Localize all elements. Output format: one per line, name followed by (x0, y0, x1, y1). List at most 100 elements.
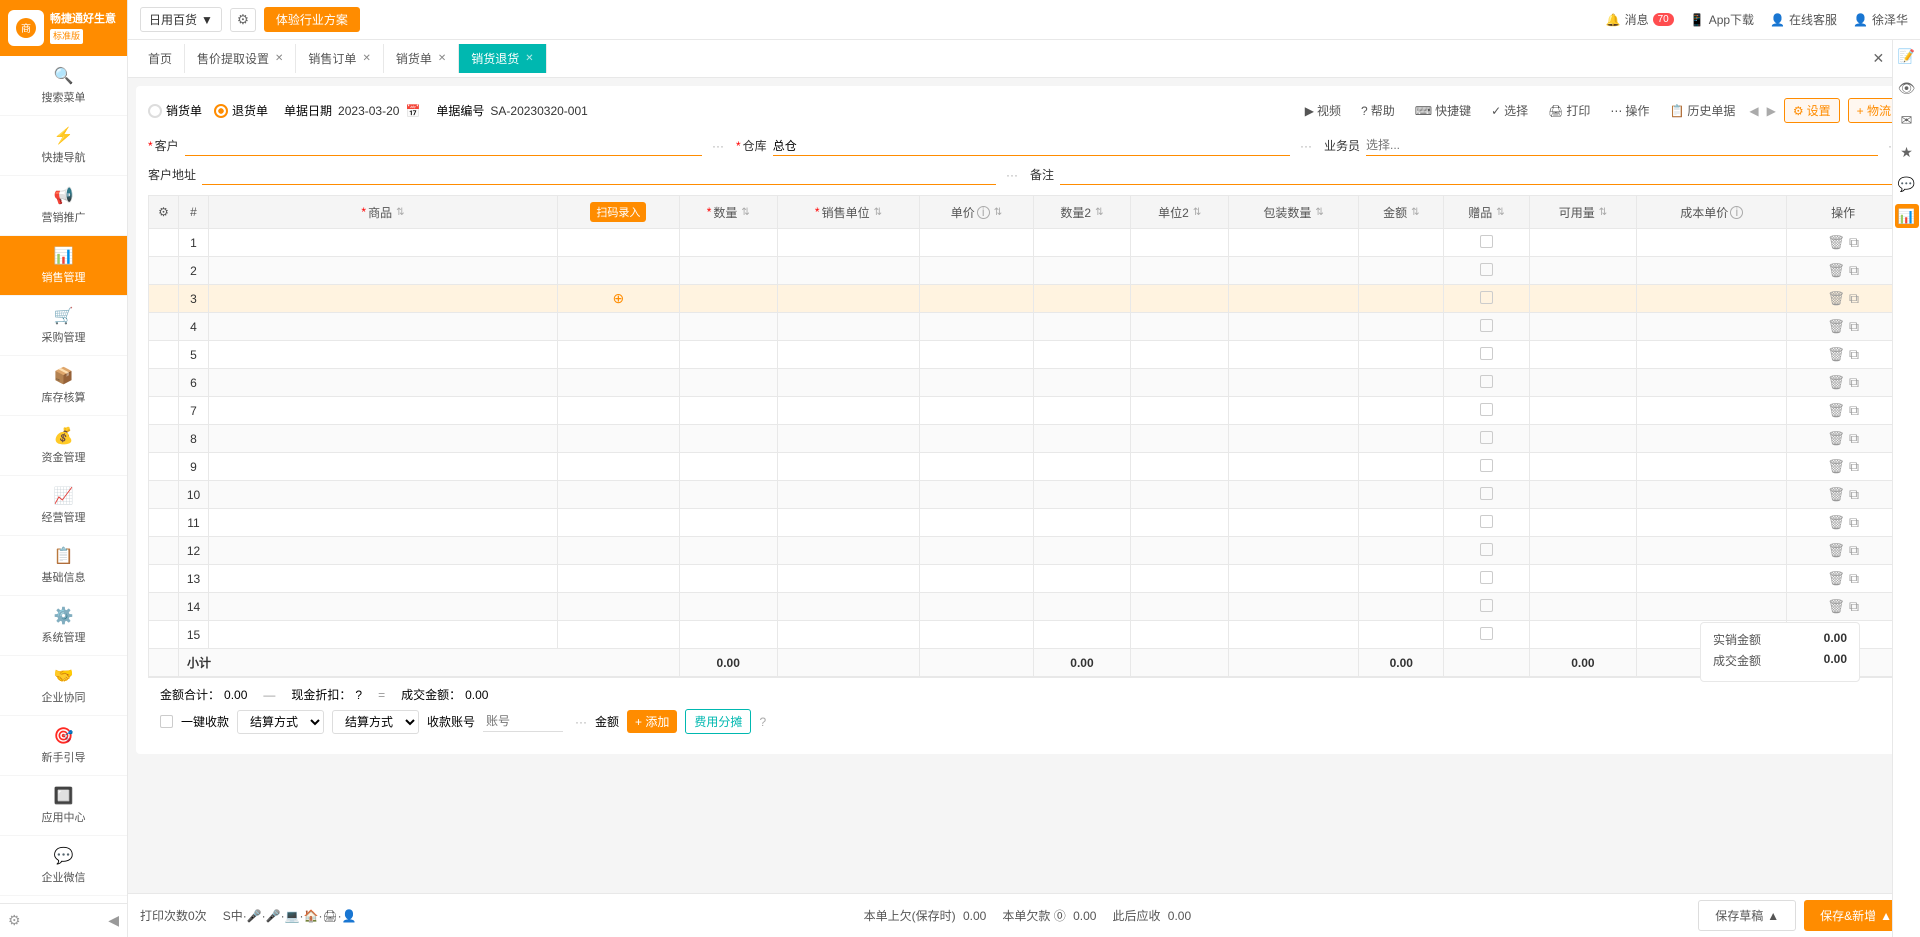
row-product-9[interactable] (209, 453, 558, 481)
delete-btn-8[interactable]: 🗑 (1827, 430, 1845, 447)
gift-checkbox-15[interactable] (1480, 627, 1493, 640)
copy-btn-13[interactable]: ⧉ (1849, 570, 1859, 587)
row-gift-4[interactable] (1444, 313, 1529, 341)
delete-btn-14[interactable]: 🗑 (1827, 598, 1845, 615)
sidebar-item-4[interactable]: 🛒采购管理 (0, 296, 127, 356)
row-sales-unit-14[interactable] (777, 593, 920, 621)
delete-btn-3[interactable]: 🗑 (1827, 290, 1845, 307)
gift-checkbox-14[interactable] (1480, 599, 1493, 612)
eye-panel-btn[interactable]: 👁 (1895, 76, 1919, 100)
row-available-14[interactable] (1529, 593, 1637, 621)
row-pack-2[interactable] (1229, 257, 1359, 285)
row-amount-10[interactable] (1359, 481, 1444, 509)
row-amount-3[interactable] (1359, 285, 1444, 313)
settings-form-button[interactable]: ⚙ 设置 (1784, 98, 1840, 123)
row-qty2-10[interactable] (1033, 481, 1131, 509)
copy-btn-7[interactable]: ⧉ (1849, 402, 1859, 419)
row-cost-2[interactable] (1637, 257, 1787, 285)
user-item[interactable]: 👤 徐泽华 (1853, 11, 1908, 28)
row-qty-13[interactable] (679, 565, 777, 593)
row-available-8[interactable] (1529, 425, 1637, 453)
row-sales-unit-8[interactable] (777, 425, 920, 453)
row-available-5[interactable] (1529, 341, 1637, 369)
row-cost-10[interactable] (1637, 481, 1787, 509)
row-amount-9[interactable] (1359, 453, 1444, 481)
th-unit-sort[interactable]: ⇅ (874, 207, 882, 218)
row-product-15[interactable] (209, 621, 558, 649)
row-sales-unit-15[interactable] (777, 621, 920, 649)
warehouse-dots[interactable]: ··· (1300, 139, 1312, 153)
row-amount-7[interactable] (1359, 397, 1444, 425)
experience-button[interactable]: 体验行业方案 (264, 7, 360, 32)
th-product[interactable]: * 商品 ⇅ (209, 196, 558, 229)
row-qty2-13[interactable] (1033, 565, 1131, 593)
th-unit2-sort[interactable]: ⇅ (1193, 207, 1201, 218)
scan-button[interactable]: 扫码录入 (590, 202, 646, 222)
notes-panel-btn[interactable]: 📝 (1895, 44, 1919, 68)
copy-btn-11[interactable]: ⧉ (1849, 514, 1859, 531)
row-qty2-9[interactable] (1033, 453, 1131, 481)
delete-btn-2[interactable]: 🗑 (1827, 262, 1845, 279)
row-qty2-7[interactable] (1033, 397, 1131, 425)
row-sales-unit-6[interactable] (777, 369, 920, 397)
row-qty2-12[interactable] (1033, 537, 1131, 565)
row-available-7[interactable] (1529, 397, 1637, 425)
row-available-12[interactable] (1529, 537, 1637, 565)
row-qty-6[interactable] (679, 369, 777, 397)
history-button[interactable]: 📋 历史单据 (1663, 99, 1741, 122)
row-unit2-3[interactable] (1131, 285, 1229, 313)
row-gift-9[interactable] (1444, 453, 1529, 481)
th-amount[interactable]: 金额 ⇅ (1359, 196, 1444, 229)
shortcut-button[interactable]: ⌨ 快捷键 (1409, 99, 1477, 122)
row-pack-13[interactable] (1229, 565, 1359, 593)
row-cost-6[interactable] (1637, 369, 1787, 397)
row-unit2-14[interactable] (1131, 593, 1229, 621)
print-button[interactable]: 🖨 打印 (1542, 99, 1596, 122)
row-qty2-14[interactable] (1033, 593, 1131, 621)
row-qty2-6[interactable] (1033, 369, 1131, 397)
chat-panel-btn[interactable]: 💬 (1895, 172, 1919, 196)
row-qty-7[interactable] (679, 397, 777, 425)
copy-btn-6[interactable]: ⧉ (1849, 374, 1859, 391)
row-unit2-2[interactable] (1131, 257, 1229, 285)
gift-checkbox-13[interactable] (1480, 571, 1493, 584)
row-available-4[interactable] (1529, 313, 1637, 341)
row-cost-7[interactable] (1637, 397, 1787, 425)
row-gift-11[interactable] (1444, 509, 1529, 537)
th-qty[interactable]: * 数量 ⇅ (679, 196, 777, 229)
row-price-13[interactable] (920, 565, 1033, 593)
row-gift-1[interactable] (1444, 229, 1529, 257)
row-pack-6[interactable] (1229, 369, 1359, 397)
row-qty-15[interactable] (679, 621, 777, 649)
row-qty-4[interactable] (679, 313, 777, 341)
th-product-sort[interactable]: ⇅ (396, 207, 404, 218)
row-qty-2[interactable] (679, 257, 777, 285)
one-click-checkbox[interactable] (160, 715, 173, 728)
row-unit2-9[interactable] (1131, 453, 1229, 481)
row-cost-13[interactable] (1637, 565, 1787, 593)
sidebar-item-14[interactable]: 👑畅会员 (0, 896, 127, 903)
th-qty-sort[interactable]: ⇅ (741, 207, 749, 218)
sidebar-item-8[interactable]: 📋基础信息 (0, 536, 127, 596)
th-amount-sort[interactable]: ⇅ (1411, 207, 1419, 218)
tab-4[interactable]: 销货退货✕ (459, 44, 546, 73)
tab-3[interactable]: 销货单✕ (384, 44, 459, 73)
nav-next-icon[interactable]: ▶ (1767, 104, 1776, 118)
row-unit2-10[interactable] (1131, 481, 1229, 509)
row-unit2-13[interactable] (1131, 565, 1229, 593)
row-amount-1[interactable] (1359, 229, 1444, 257)
category-select[interactable]: 日用百货 ▼ (140, 7, 222, 32)
row-amount-11[interactable] (1359, 509, 1444, 537)
row-pack-12[interactable] (1229, 537, 1359, 565)
row-gift-5[interactable] (1444, 341, 1529, 369)
gift-checkbox-8[interactable] (1480, 431, 1493, 444)
row-amount-2[interactable] (1359, 257, 1444, 285)
th-cost-price[interactable]: 成本单价 i (1637, 196, 1787, 229)
row-sales-unit-12[interactable] (777, 537, 920, 565)
delete-btn-4[interactable]: 🗑 (1827, 318, 1845, 335)
row-sales-unit-7[interactable] (777, 397, 920, 425)
th-pack-qty[interactable]: 包装数量 ⇅ (1229, 196, 1359, 229)
row-qty-1[interactable] (679, 229, 777, 257)
row-pack-8[interactable] (1229, 425, 1359, 453)
row-available-9[interactable] (1529, 453, 1637, 481)
